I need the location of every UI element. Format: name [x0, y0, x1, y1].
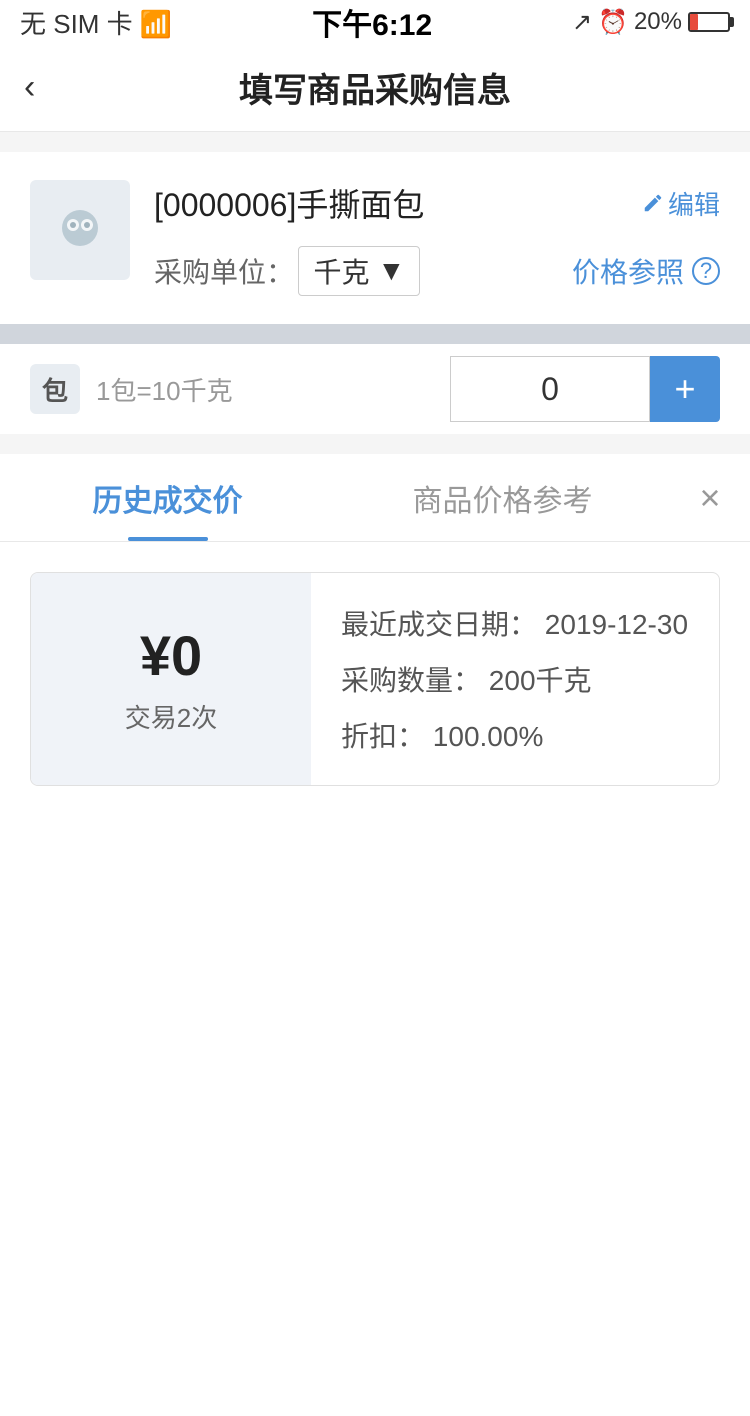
purchase-unit-label: 采购单位： — [154, 257, 294, 288]
history-right: 最近成交日期： 2019-12-30 采购数量： 200千克 折扣： 100.0… — [311, 573, 719, 785]
price-ref-label: 价格参照 — [572, 251, 684, 291]
purchase-unit-area: 采购单位： 千克 ▼ — [154, 246, 420, 296]
package-label: 包 — [42, 371, 68, 408]
unit-desc: 1包=10千克 — [96, 371, 233, 408]
recent-date-label: 最近成交日期： — [341, 609, 537, 640]
product-name-row: [0000006]手撕面包 编辑 — [154, 180, 720, 226]
history-content: ¥0 交易2次 最近成交日期： 2019-12-30 采购数量： 200千克 折… — [0, 542, 750, 816]
back-button[interactable]: ‹ — [24, 68, 35, 107]
tab-history-price[interactable]: 历史成交价 — [0, 454, 335, 541]
tab-price-ref[interactable]: 商品价格参考 — [335, 454, 670, 541]
discount-label: 折扣： — [341, 721, 425, 752]
page-header: ‹ 填写商品采购信息 — [0, 44, 750, 132]
gray-divider — [0, 324, 750, 344]
product-info: [0000006]手撕面包 编辑 采购单位： 千克 ▼ 价格参照 ? — [154, 180, 720, 296]
history-date-row: 最近成交日期： 2019-12-30 — [341, 603, 689, 643]
tab-bar: 历史成交价 商品价格参考 × — [0, 454, 750, 542]
tab-close-button[interactable]: × — [670, 477, 750, 519]
page-title: 填写商品采购信息 — [239, 63, 511, 112]
product-thumbnail — [30, 180, 130, 280]
unit-select[interactable]: 千克 ▼ — [298, 246, 420, 296]
qty-plus-button[interactable]: + — [650, 356, 720, 422]
quantity-input[interactable] — [450, 356, 650, 422]
close-icon: × — [699, 477, 720, 519]
battery-percent: 20% — [634, 8, 682, 36]
quantity-row: 包 1包=10千克 + — [0, 344, 750, 434]
purchase-row: 采购单位： 千克 ▼ 价格参照 ? — [154, 246, 720, 296]
edit-link[interactable]: 编辑 — [642, 185, 720, 222]
history-qty-row: 采购数量： 200千克 — [341, 659, 689, 699]
quantity-unit-info: 包 1包=10千克 — [30, 364, 233, 414]
tab-price-ref-label: 商品价格参考 — [413, 476, 593, 520]
bottom-fill — [0, 816, 750, 1416]
status-right: ↗ ⏰ 20% — [572, 8, 730, 37]
edit-icon — [642, 192, 664, 214]
history-times: 交易2次 — [125, 698, 217, 735]
history-left: ¥0 交易2次 — [31, 573, 311, 785]
tab-section: 历史成交价 商品价格参考 × ¥0 交易2次 最近成交日期： 2019-12-3… — [0, 454, 750, 816]
discount-value: 100.00% — [433, 721, 544, 752]
question-icon: ? — [692, 257, 720, 285]
purchase-qty-value: 200千克 — [489, 665, 592, 696]
tab-history-label: 历史成交价 — [93, 476, 243, 520]
history-price: ¥0 — [140, 623, 202, 688]
product-name: [0000006]手撕面包 — [154, 180, 424, 226]
recent-date-value: 2019-12-30 — [545, 609, 688, 640]
unit-value: 千克 — [313, 251, 369, 291]
product-logo-icon — [50, 200, 110, 260]
history-discount-row: 折扣： 100.00% — [341, 715, 689, 755]
product-card: [0000006]手撕面包 编辑 采购单位： 千克 ▼ 价格参照 ? — [0, 152, 750, 324]
location-icon: ↗ — [572, 8, 592, 37]
battery-icon — [688, 12, 730, 32]
status-bar: 无 SIM 卡 📶 下午6:12 ↗ ⏰ 20% — [0, 0, 750, 44]
alarm-icon: ⏰ — [598, 8, 628, 37]
qty-input-group: + — [450, 356, 720, 422]
status-time: 下午6:12 — [312, 0, 432, 44]
status-signal: 无 SIM 卡 📶 — [20, 4, 172, 41]
edit-label: 编辑 — [668, 185, 720, 222]
chevron-down-icon: ▼ — [377, 255, 405, 287]
unit-box: 包 — [30, 364, 80, 414]
history-card: ¥0 交易2次 最近成交日期： 2019-12-30 采购数量： 200千克 折… — [30, 572, 720, 786]
purchase-qty-label: 采购数量： — [341, 665, 481, 696]
price-ref-button[interactable]: 价格参照 ? — [572, 251, 720, 291]
